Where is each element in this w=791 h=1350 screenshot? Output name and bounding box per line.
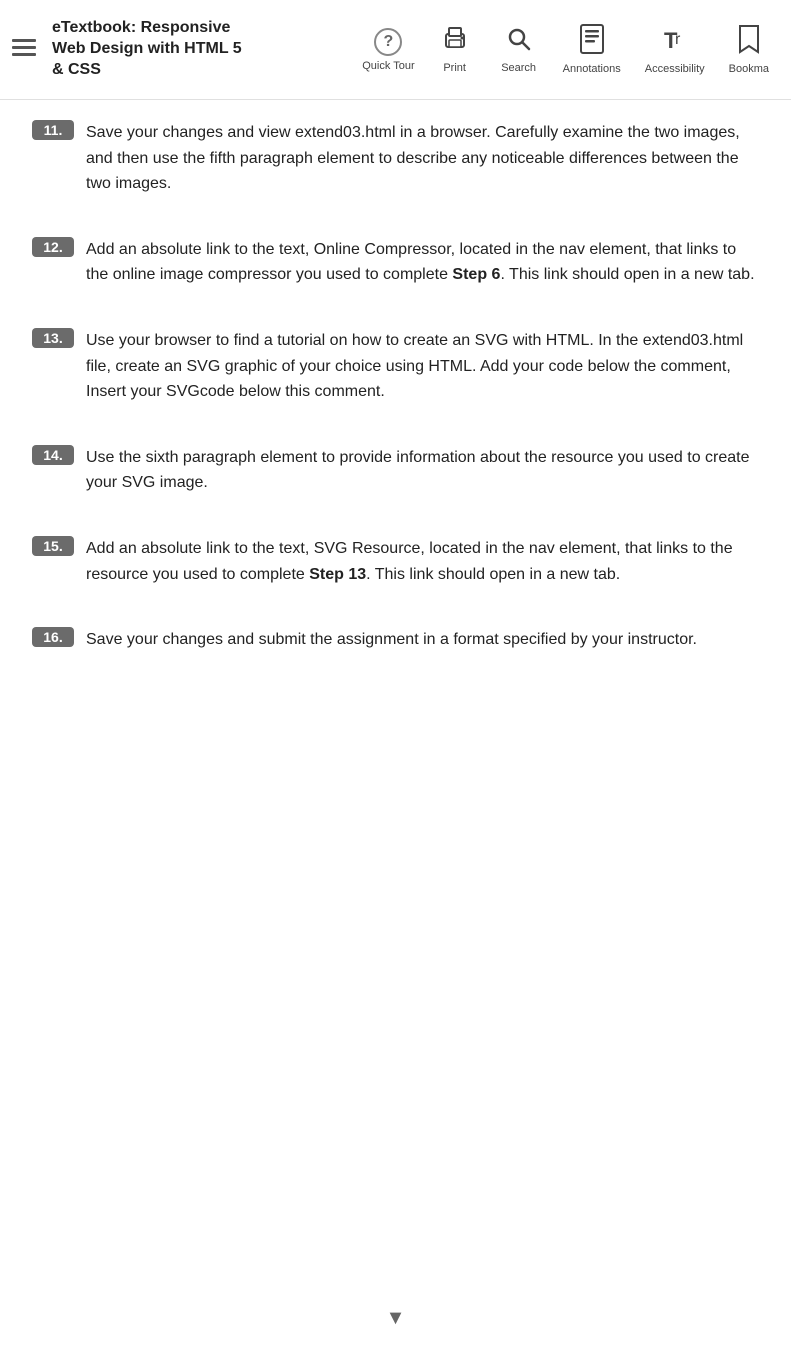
annotations-label: Annotations <box>563 63 621 75</box>
annotations-icon <box>579 24 605 59</box>
main-content: 11. Save your changes and view extend03.… <box>0 100 791 733</box>
step-15-badge: 15. <box>32 536 74 556</box>
search-icon <box>505 25 533 58</box>
annotations-button[interactable]: Annotations <box>553 16 631 83</box>
search-label: Search <box>501 62 536 74</box>
print-button[interactable]: Print <box>425 17 485 82</box>
step-11-text: Save your changes and view extend03.html… <box>86 120 759 197</box>
step-13-block: 13. Use your browser to find a tutorial … <box>32 328 759 405</box>
step-16-text: Save your changes and submit the assignm… <box>86 627 697 653</box>
toolbar: ? Quick Tour Print S <box>252 16 779 83</box>
step-14-badge: 14. <box>32 445 74 465</box>
step-14-block: 14. Use the sixth paragraph element to p… <box>32 445 759 496</box>
step-11-block: 11. Save your changes and view extend03.… <box>32 120 759 197</box>
accessibility-label: Accessibility <box>645 63 705 75</box>
step-12-block: 12. Add an absolute link to the text, On… <box>32 237 759 288</box>
book-title: eTextbook: Responsive Web Design with HT… <box>52 18 252 80</box>
accessibility-icon: T r <box>662 24 688 59</box>
print-icon <box>441 25 469 58</box>
bookmark-label: Bookma <box>729 63 769 75</box>
step-16-badge: 16. <box>32 627 74 647</box>
step-14-text: Use the sixth paragraph element to provi… <box>86 445 759 496</box>
app-header: eTextbook: Responsive Web Design with HT… <box>0 0 791 100</box>
step-16-header: 16. Save your changes and submit the ass… <box>32 627 759 653</box>
quick-tour-button[interactable]: ? Quick Tour <box>356 20 420 80</box>
step-15-block: 15. Add an absolute link to the text, SV… <box>32 536 759 587</box>
step-13-text: Use your browser to find a tutorial on h… <box>86 328 759 405</box>
bookmark-icon <box>738 24 760 59</box>
print-label: Print <box>443 62 466 74</box>
accessibility-button[interactable]: T r Accessibility <box>635 16 715 83</box>
step-12-text: Add an absolute link to the text, Online… <box>86 237 759 288</box>
step-15-text: Add an absolute link to the text, SVG Re… <box>86 536 759 587</box>
step-14-header: 14. Use the sixth paragraph element to p… <box>32 445 759 496</box>
quick-tour-label: Quick Tour <box>362 60 414 72</box>
step-12-header: 12. Add an absolute link to the text, On… <box>32 237 759 288</box>
step-16-block: 16. Save your changes and submit the ass… <box>32 627 759 653</box>
bookmark-button[interactable]: Bookma <box>719 16 779 83</box>
step-11-header: 11. Save your changes and view extend03.… <box>32 120 759 197</box>
step-12-badge: 12. <box>32 237 74 257</box>
step-11-badge: 11. <box>32 120 74 140</box>
step-15-header: 15. Add an absolute link to the text, SV… <box>32 536 759 587</box>
menu-icon[interactable] <box>12 35 36 65</box>
step-13-badge: 13. <box>32 328 74 348</box>
search-button[interactable]: Search <box>489 17 549 82</box>
step-13-header: 13. Use your browser to find a tutorial … <box>32 328 759 405</box>
scroll-down-indicator: ▼ <box>386 1307 406 1330</box>
svg-text:r: r <box>675 31 681 48</box>
quick-tour-icon: ? <box>374 28 402 56</box>
